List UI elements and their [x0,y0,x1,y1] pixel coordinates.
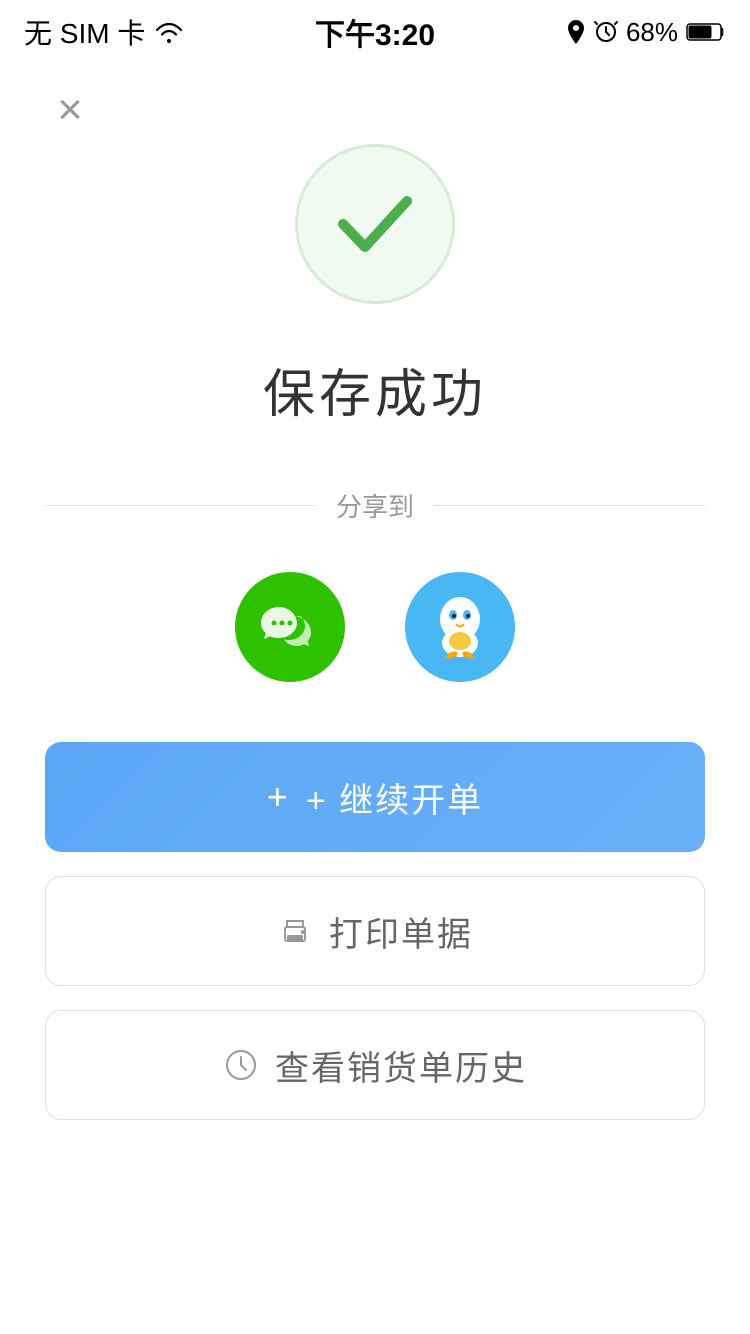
wechat-icon [257,599,323,655]
share-label: 分享到 [316,487,434,524]
status-time: 下午3:20 [315,10,435,54]
no-sim-text: 无 SIM 卡 [24,12,145,52]
checkmark-icon [335,189,415,259]
print-label: 打印单据 [329,907,473,956]
battery-icon [686,21,726,43]
share-icons-row [235,572,515,682]
divider-left [45,505,316,506]
status-bar: 无 SIM 卡 下午3:20 68% [0,0,750,64]
location-icon [566,19,586,45]
status-left: 无 SIM 卡 [24,12,183,52]
success-circle [295,144,455,304]
alarm-icon [594,19,618,45]
divider-right [434,505,705,506]
share-section: 分享到 [0,487,750,682]
action-buttons: + + 继续开单 打印单据 查看销货单历史 [45,742,705,1120]
share-wechat-button[interactable] [235,572,345,682]
continue-icon: + [267,776,290,818]
continue-label: + 继续开单 [306,773,483,822]
wifi-icon [155,21,183,43]
continue-button[interactable]: + + 继续开单 [45,742,705,852]
print-button[interactable]: 打印单据 [45,876,705,986]
share-qq-button[interactable] [405,572,515,682]
success-title: 保存成功 [263,352,487,427]
history-button[interactable]: 查看销货单历史 [45,1010,705,1120]
status-right: 68% [566,17,726,48]
history-icon [223,1047,259,1083]
close-button[interactable]: × [40,80,100,140]
main-content: 保存成功 分享到 [0,64,750,1120]
close-icon: × [57,88,83,132]
print-icon [277,913,313,949]
share-divider: 分享到 [45,487,705,524]
qq-icon [427,591,493,663]
history-label: 查看销货单历史 [275,1041,527,1090]
battery-percent: 68% [626,17,678,48]
